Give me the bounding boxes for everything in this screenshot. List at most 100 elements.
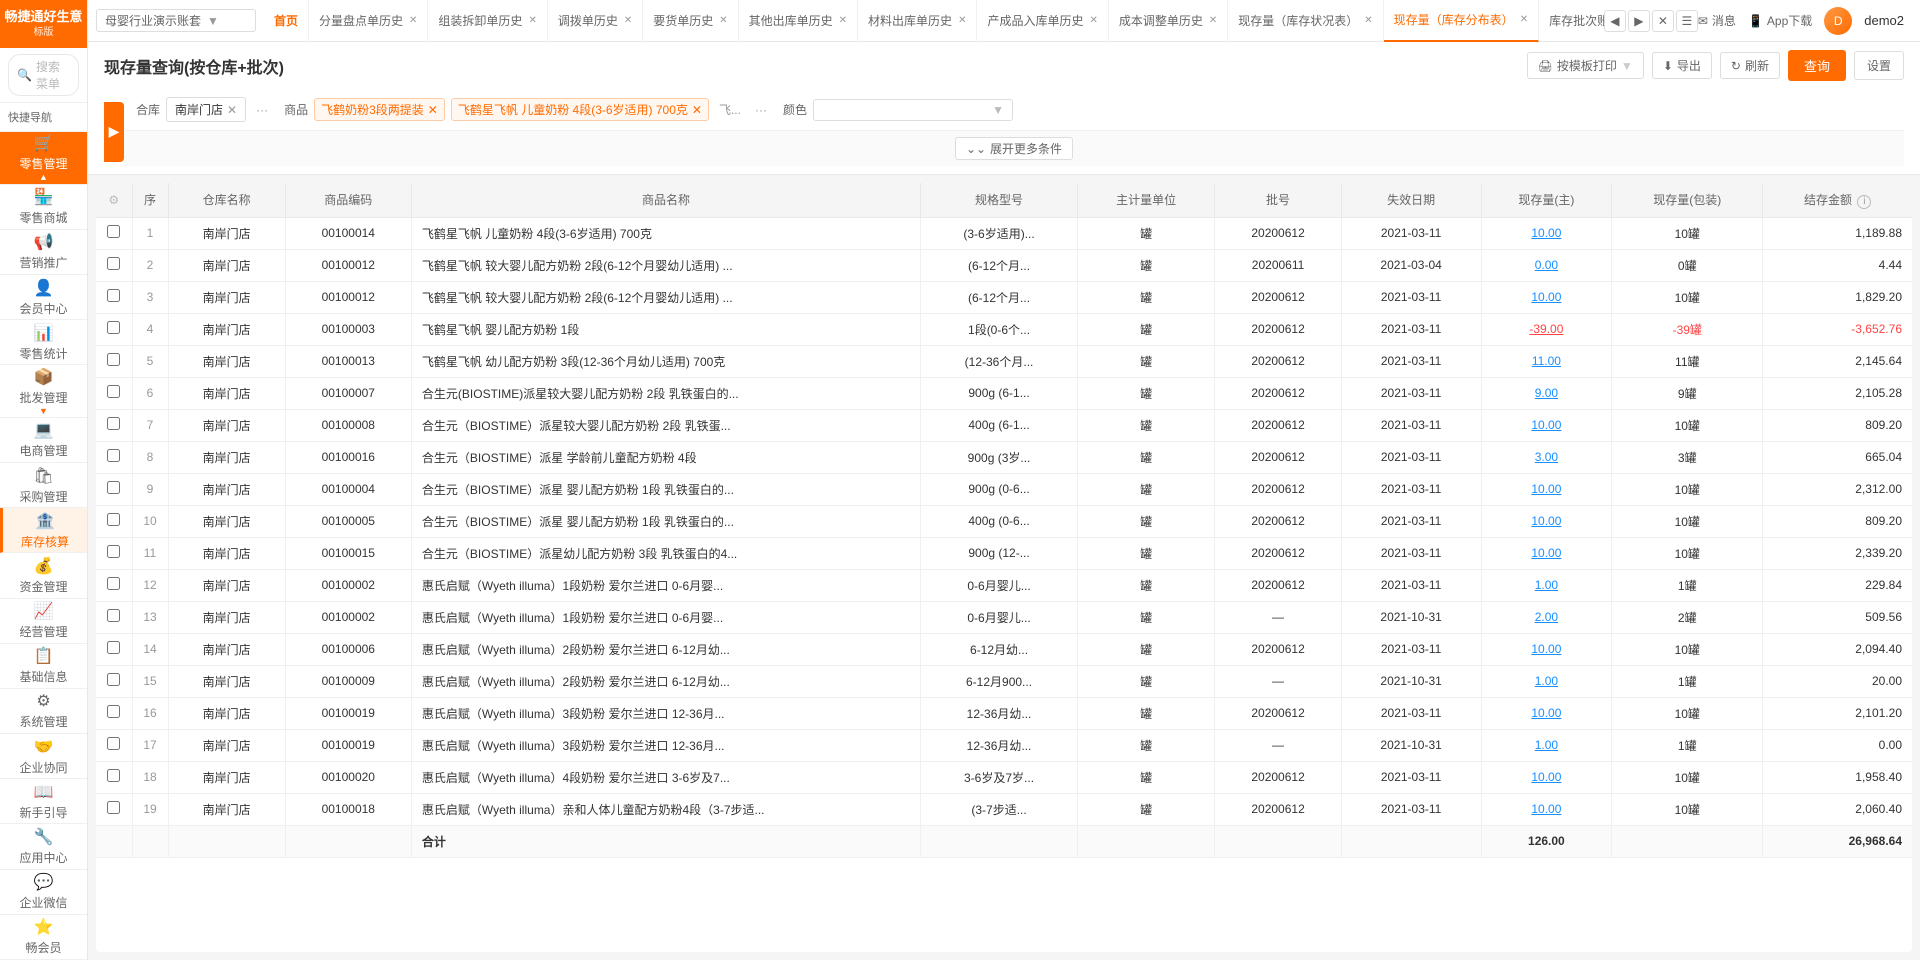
tab-order[interactable]: 要货单历史 ✕ (643, 0, 738, 42)
row-checkbox[interactable] (107, 769, 120, 782)
sidebar-item-appstore[interactable]: 🔧 应用中心 (0, 824, 87, 869)
sidebar-item-purchase[interactable]: 🛍 采购管理 (0, 463, 87, 508)
cell-checkbox[interactable] (96, 313, 132, 345)
cell-qty-main[interactable]: 10.00 (1481, 505, 1612, 537)
row-checkbox[interactable] (107, 737, 120, 750)
balance-info-icon[interactable]: i (1857, 195, 1871, 209)
sidebar-item-inventory[interactable]: 🏦 库存核算 (0, 508, 87, 553)
cell-checkbox[interactable] (96, 569, 132, 601)
tab-close-icon[interactable]: ✕ (958, 15, 966, 26)
app-download-button[interactable]: 📱 App下载 (1748, 12, 1812, 29)
cell-qty-main[interactable]: 10.00 (1481, 633, 1612, 665)
cell-qty-main[interactable]: 1.00 (1481, 665, 1612, 697)
cell-qty-main[interactable]: 10.00 (1481, 793, 1612, 825)
row-checkbox[interactable] (107, 353, 120, 366)
cell-qty-main[interactable]: 2.00 (1481, 601, 1612, 633)
sidebar-item-retail-shop[interactable]: 🏪 零售商城 (0, 185, 87, 230)
row-checkbox[interactable] (107, 609, 120, 622)
row-checkbox[interactable] (107, 513, 120, 526)
cell-checkbox[interactable] (96, 697, 132, 729)
cell-qty-main[interactable]: 10.00 (1481, 281, 1612, 313)
sidebar-item-operations[interactable]: 📈 经营管理 (0, 599, 87, 644)
tab-close-icon[interactable]: ✕ (1089, 15, 1097, 26)
nav-menu-btn[interactable]: ☰ (1676, 10, 1698, 32)
sidebar-item-enterprise[interactable]: 🤝 企业协同 (0, 734, 87, 779)
cell-checkbox[interactable] (96, 409, 132, 441)
row-checkbox[interactable] (107, 577, 120, 590)
tab-close-icon[interactable]: ✕ (409, 15, 417, 26)
tab-material-out[interactable]: 材料出库单历史 ✕ (858, 0, 977, 42)
user-avatar[interactable]: D (1824, 7, 1852, 35)
tab-close-icon[interactable]: ✕ (1520, 14, 1528, 25)
row-checkbox[interactable] (107, 801, 120, 814)
product-more-text[interactable]: 飞... (715, 101, 745, 118)
cell-qty-main[interactable]: 10.00 (1481, 409, 1612, 441)
cell-checkbox[interactable] (96, 633, 132, 665)
cell-checkbox[interactable] (96, 217, 132, 249)
sidebar-item-retail-mgmt[interactable]: 🛒 零售管理 ▲ (0, 132, 87, 184)
tab-close-icon[interactable]: ✕ (719, 15, 727, 26)
nav-close-all-btn[interactable]: ✕ (1652, 10, 1674, 32)
row-checkbox[interactable] (107, 449, 120, 462)
tab-cost-adjust[interactable]: 成本调整单历史 ✕ (1109, 0, 1228, 42)
row-checkbox[interactable] (107, 417, 120, 430)
cell-checkbox[interactable] (96, 345, 132, 377)
product-more-btn[interactable]: ··· (751, 103, 771, 117)
refresh-button[interactable]: ↻ 刷新 (1720, 52, 1780, 79)
row-checkbox[interactable] (107, 545, 120, 558)
cell-qty-main[interactable]: 11.00 (1481, 345, 1612, 377)
col-settings[interactable]: ⚙ (96, 183, 132, 217)
tab-home[interactable]: 首页 (264, 0, 309, 42)
cell-checkbox[interactable] (96, 505, 132, 537)
sidebar-item-member[interactable]: 👤 会员中心 (0, 275, 87, 320)
sidebar-item-vip[interactable]: ⭐ 畅会员 (0, 915, 87, 960)
tab-close-icon[interactable]: ✕ (1364, 15, 1372, 26)
sidebar-item-guide[interactable]: 📖 新手引导 (0, 779, 87, 824)
cell-checkbox[interactable] (96, 729, 132, 761)
message-button[interactable]: ✉ 消息 (1698, 12, 1736, 29)
tab-split-check[interactable]: 分量盘点单历史 ✕ (309, 0, 428, 42)
sidebar-item-marketing[interactable]: 📢 营销推广 (0, 230, 87, 275)
print-button[interactable]: 🖨 按模板打印 ▼ (1527, 52, 1644, 79)
sidebar-item-wholesale[interactable]: 📦 批发管理 ▼ (0, 365, 87, 417)
warehouse-close-icon[interactable]: ✕ (227, 103, 237, 117)
nav-next-btn[interactable]: ▶ (1628, 10, 1650, 32)
search-menu-area[interactable]: 🔍 搜索菜单 (0, 48, 87, 103)
cell-checkbox[interactable] (96, 441, 132, 473)
cell-checkbox[interactable] (96, 761, 132, 793)
cell-qty-main[interactable]: 1.00 (1481, 729, 1612, 761)
cell-qty-main[interactable]: 10.00 (1481, 761, 1612, 793)
cell-qty-main[interactable]: 10.00 (1481, 697, 1612, 729)
cell-qty-main[interactable]: 9.00 (1481, 377, 1612, 409)
account-dropdown[interactable]: 母婴行业演示账套 ▼ (96, 9, 256, 32)
quick-nav-item[interactable]: 快捷导航 (0, 103, 87, 132)
tab-current-qty1[interactable]: 现存量（库存状况表） ✕ (1228, 0, 1383, 42)
cell-checkbox[interactable] (96, 473, 132, 505)
cell-qty-main[interactable]: 10.00 (1481, 473, 1612, 505)
cell-checkbox[interactable] (96, 377, 132, 409)
cell-qty-main[interactable]: 0.00 (1481, 249, 1612, 281)
tab-close-icon[interactable]: ✕ (528, 15, 536, 26)
sidebar-item-system[interactable]: ⚙ 系统管理 (0, 689, 87, 734)
expand-more-btn[interactable]: ⌄⌄ 展开更多条件 (955, 137, 1073, 160)
cell-checkbox[interactable] (96, 281, 132, 313)
sidebar-item-finance[interactable]: 💰 资金管理 (0, 553, 87, 598)
cell-checkbox[interactable] (96, 601, 132, 633)
settings-gear-icon[interactable]: ⚙ (108, 193, 119, 207)
sidebar-item-retail-stats[interactable]: 📊 零售统计 (0, 320, 87, 365)
color-input[interactable]: ▼ (813, 99, 1013, 121)
tab-mix[interactable]: 调拨单历史 ✕ (548, 0, 643, 42)
cell-checkbox[interactable] (96, 537, 132, 569)
product-tag-2[interactable]: 飞鹤星飞帆 儿童奶粉 4段(3-6岁适用) 700克 ✕ (451, 98, 709, 121)
cell-qty-main[interactable]: 3.00 (1481, 441, 1612, 473)
query-button[interactable]: 查询 (1788, 50, 1846, 81)
tab-batch-ledger[interactable]: 库存批次账 ✕ (1539, 0, 1604, 42)
export-button[interactable]: ⬇ 导出 (1652, 52, 1712, 79)
tab-product-in[interactable]: 产成品入库单历史 ✕ (977, 0, 1108, 42)
product-tag-1[interactable]: 飞鹤奶粉3段两提装 ✕ (314, 98, 445, 121)
cell-checkbox[interactable] (96, 665, 132, 697)
tab-close-icon[interactable]: ✕ (1209, 15, 1217, 26)
sidebar-item-wechat[interactable]: 💬 企业微信 (0, 870, 87, 915)
row-checkbox[interactable] (107, 705, 120, 718)
warehouse-input[interactable]: 南岸门店 ✕ (166, 97, 246, 122)
